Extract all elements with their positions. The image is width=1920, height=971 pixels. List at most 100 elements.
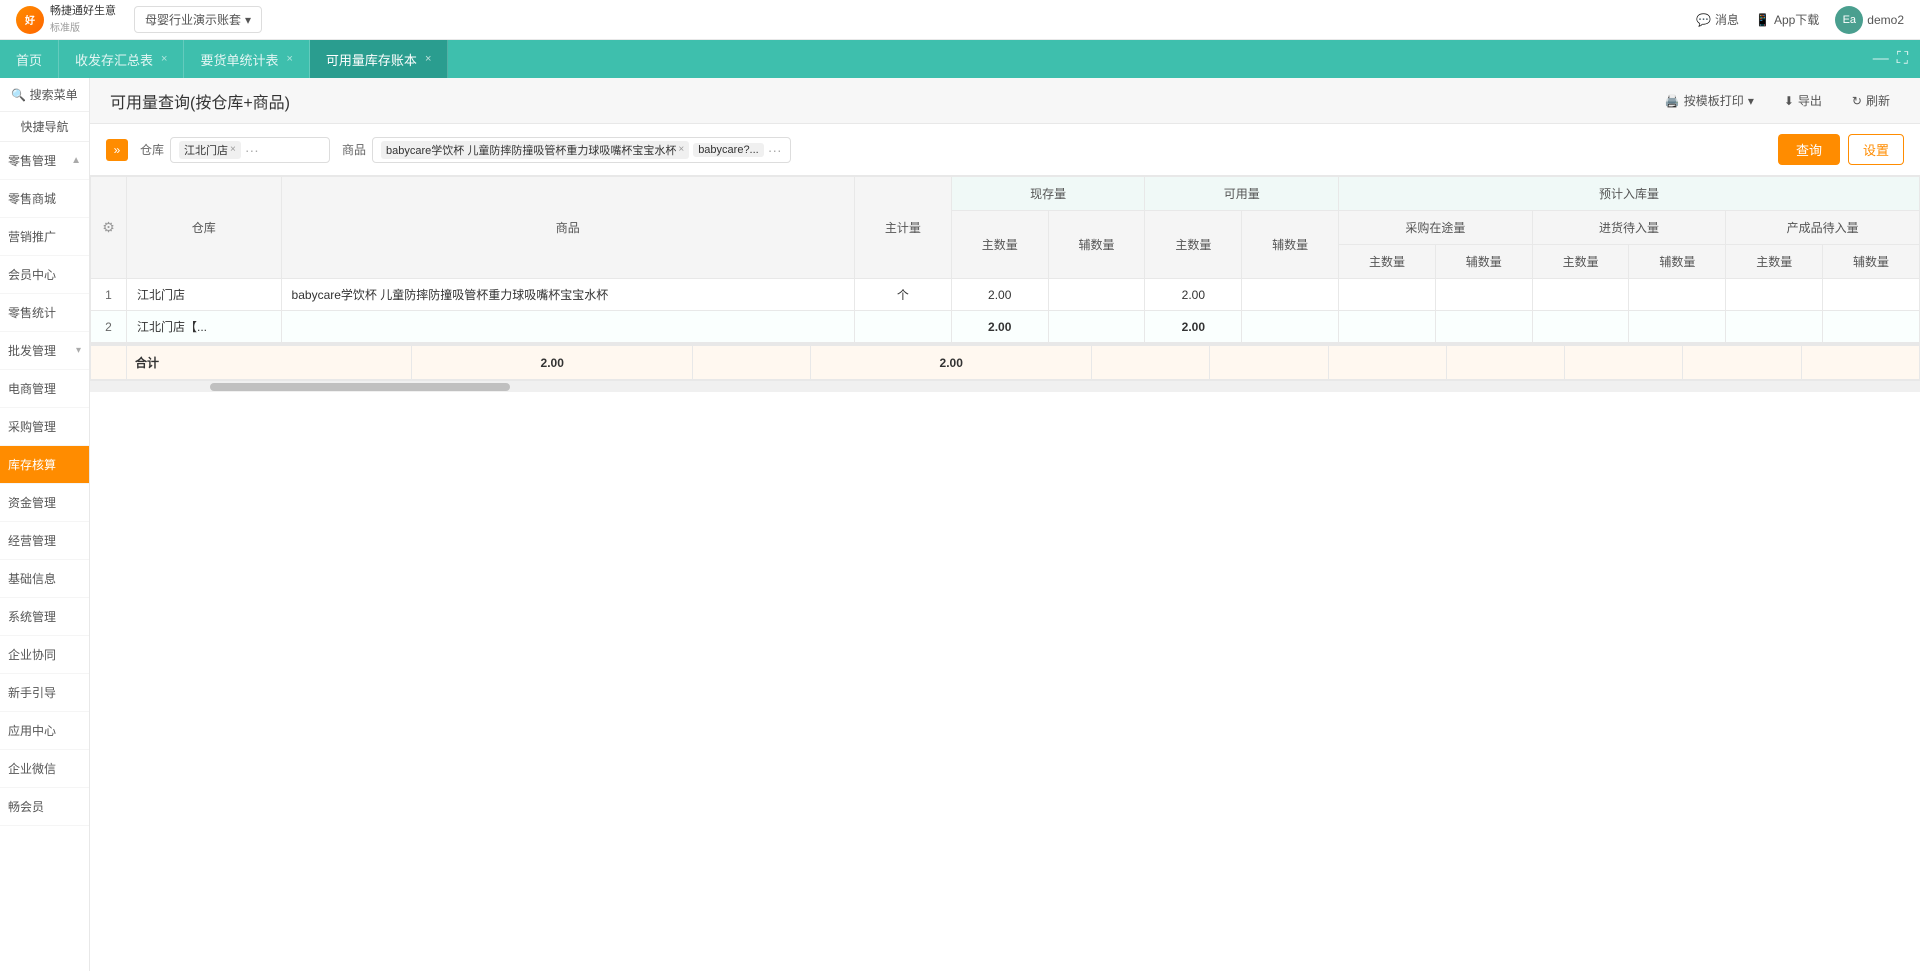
download-icon: 📱 <box>1755 13 1770 27</box>
template-print-button[interactable]: 🖨️ 按模板打印 ▾ <box>1655 88 1764 113</box>
sidebar-item-system-mgmt[interactable]: 系统管理 <box>0 598 89 636</box>
th-production-pending: 产成品待入量 <box>1726 211 1920 245</box>
sidebar-search[interactable]: 🔍 搜索菜单 <box>0 78 89 112</box>
query-button[interactable]: 查询 <box>1778 134 1840 165</box>
th-product: 商品 <box>281 177 854 279</box>
warehouse-input[interactable]: 江北门店 × ··· <box>170 137 330 163</box>
tab-order-stats-close[interactable]: × <box>286 53 292 65</box>
industry-selector[interactable]: 母婴行业演示账套 ▾ <box>134 6 262 33</box>
sidebar-item-member-center[interactable]: 会员中心 <box>0 256 89 294</box>
nav-maximize-icon[interactable]: ⛶ <box>1897 50 1908 68</box>
top-header: 好 畅捷通好生意 标准版 母婴行业演示账套 ▾ 💬 消息 📱 App下载 Ea … <box>0 0 1920 40</box>
user-area[interactable]: Ea demo2 <box>1835 6 1904 34</box>
logo-icon: 好 <box>16 6 44 34</box>
tab-receipt-summary-close[interactable]: × <box>161 53 167 65</box>
tab-available-stock-label: 可用量库存账本 <box>326 50 417 69</box>
message-icon: 💬 <box>1696 13 1711 27</box>
td-available-aux <box>1242 279 1339 311</box>
th-incoming-main: 主数量 <box>1532 245 1629 279</box>
warehouse-filter-label: 仓库 <box>140 141 164 158</box>
th-unit: 主计量 <box>854 177 951 279</box>
retail-mall-label: 零售商城 <box>8 190 56 207</box>
gear-icon[interactable]: ⚙ <box>102 219 115 235</box>
sidebar-item-enterprise-collab[interactable]: 企业协同 <box>0 636 89 674</box>
product-filter-label: 商品 <box>342 141 366 158</box>
td-available-aux <box>1242 311 1339 343</box>
td-current-main: 2.00 <box>951 311 1048 343</box>
product-tag-1: babycare学饮杯 儿童防摔防撞吸管杯重力球吸嘴杯宝宝水杯 × <box>381 141 689 159</box>
td-incoming-main <box>1532 279 1629 311</box>
search-icon: 🔍 <box>11 88 26 102</box>
tab-available-stock-close[interactable]: × <box>425 53 431 65</box>
product-tag-2: babycare?... <box>693 143 764 157</box>
tab-available-stock[interactable]: 可用量库存账本 × <box>310 40 448 78</box>
sidebar-item-retail-stats[interactable]: 零售统计 <box>0 294 89 332</box>
sidebar-item-retail-mgmt[interactable]: 零售管理 ▲ <box>0 142 89 180</box>
product-tag-1-value: babycare学饮杯 儿童防摔防撞吸管杯重力球吸嘴杯宝宝水杯 <box>386 142 676 158</box>
sidebar-item-basic-info[interactable]: 基础信息 <box>0 560 89 598</box>
th-purchase-transit-main: 主数量 <box>1339 245 1436 279</box>
warehouse-tag-close[interactable]: × <box>230 144 236 155</box>
sidebar-quick-nav[interactable]: 快捷导航 <box>0 112 89 142</box>
message-button[interactable]: 💬 消息 <box>1696 11 1739 28</box>
refresh-label: 刷新 <box>1866 92 1890 109</box>
sidebar-item-new-guide[interactable]: 新手引导 <box>0 674 89 712</box>
basic-info-label: 基础信息 <box>8 570 56 587</box>
enterprise-collab-label: 企业协同 <box>8 646 56 663</box>
settings-button[interactable]: 设置 <box>1848 134 1904 165</box>
refresh-button[interactable]: ↻ 刷新 <box>1842 88 1900 113</box>
product-input[interactable]: babycare学饮杯 儿童防摔防撞吸管杯重力球吸嘴杯宝宝水杯 × babyca… <box>372 137 791 163</box>
page-header: 可用量查询(按仓库+商品) 🖨️ 按模板打印 ▾ ⬇ 导出 ↻ 刷新 <box>90 78 1920 124</box>
td-current-aux <box>1048 279 1145 311</box>
nav-minimize-icon[interactable]: — <box>1873 50 1889 68</box>
avatar: Ea <box>1835 6 1863 34</box>
tab-home-label: 首页 <box>16 50 42 69</box>
td-current-aux <box>1048 311 1145 343</box>
td-production-main <box>1726 311 1823 343</box>
scrollbar-thumb[interactable] <box>210 383 510 391</box>
footer-label: 合计 <box>127 346 412 380</box>
sidebar-item-wholesale-mgmt[interactable]: 批发管理 ▾ <box>0 332 89 370</box>
td-unit: 个 <box>854 279 951 311</box>
industry-label: 母婴行业演示账套 <box>145 11 241 28</box>
sidebar-item-inventory-check[interactable]: 库存核算 <box>0 446 89 484</box>
product-tag-1-close[interactable]: × <box>678 144 684 155</box>
message-label: 消息 <box>1715 11 1739 28</box>
member-center-label: 会员中心 <box>8 266 56 283</box>
enterprise-wechat-label: 企业微信 <box>8 760 56 777</box>
retail-stats-label: 零售统计 <box>8 304 56 321</box>
sidebar-item-marketing[interactable]: 营销推广 <box>0 218 89 256</box>
data-table: ⚙ 仓库 商品 主计量 现存量 可用量 预计入库量 主数量 辅数量 主数量 辅数… <box>90 176 1920 343</box>
td-production-aux <box>1823 279 1920 311</box>
filter-expand-button[interactable]: » <box>106 139 128 161</box>
sidebar-item-finance-mgmt[interactable]: 资金管理 <box>0 484 89 522</box>
tab-home[interactable]: 首页 <box>0 40 59 78</box>
sidebar-item-retail-mall[interactable]: 零售商城 <box>0 180 89 218</box>
th-purchase-transit-aux: 辅数量 <box>1435 245 1532 279</box>
sidebar-item-ecommerce-mgmt[interactable]: 电商管理 <box>0 370 89 408</box>
page-title: 可用量查询(按仓库+商品) <box>110 89 290 113</box>
product-tag-2-value: babycare?... <box>698 144 759 156</box>
td-purchase-transit-aux <box>1435 279 1532 311</box>
marketing-label: 营销推广 <box>8 228 56 245</box>
horizontal-scrollbar[interactable] <box>90 380 1920 392</box>
th-warehouse: 仓库 <box>127 177 282 279</box>
refresh-icon: ↻ <box>1852 94 1862 108</box>
app-center-label: 应用中心 <box>8 722 56 739</box>
sidebar-item-purchase-mgmt[interactable]: 采购管理 <box>0 408 89 446</box>
app-download-button[interactable]: 📱 App下载 <box>1755 11 1819 28</box>
sidebar-item-app-center[interactable]: 应用中心 <box>0 712 89 750</box>
td-incoming-main <box>1532 311 1629 343</box>
warehouse-more-icon[interactable]: ··· <box>245 142 259 158</box>
export-button[interactable]: ⬇ 导出 <box>1774 88 1832 113</box>
sidebar-item-vip-member[interactable]: 畅会员 <box>0 788 89 826</box>
th-available-main: 主数量 <box>1145 211 1242 279</box>
product-more-icon[interactable]: ··· <box>768 142 782 158</box>
sidebar-item-enterprise-wechat[interactable]: 企业微信 <box>0 750 89 788</box>
footer-row: 合计 2.00 2.00 <box>91 346 1920 380</box>
footer-available-main: 2.00 <box>811 346 1092 380</box>
tab-order-stats[interactable]: 要货单统计表 × <box>184 40 309 78</box>
sidebar-item-operations-mgmt[interactable]: 经营管理 <box>0 522 89 560</box>
th-production-aux: 辅数量 <box>1823 245 1920 279</box>
tab-receipt-summary[interactable]: 收发存汇总表 × <box>59 40 184 78</box>
